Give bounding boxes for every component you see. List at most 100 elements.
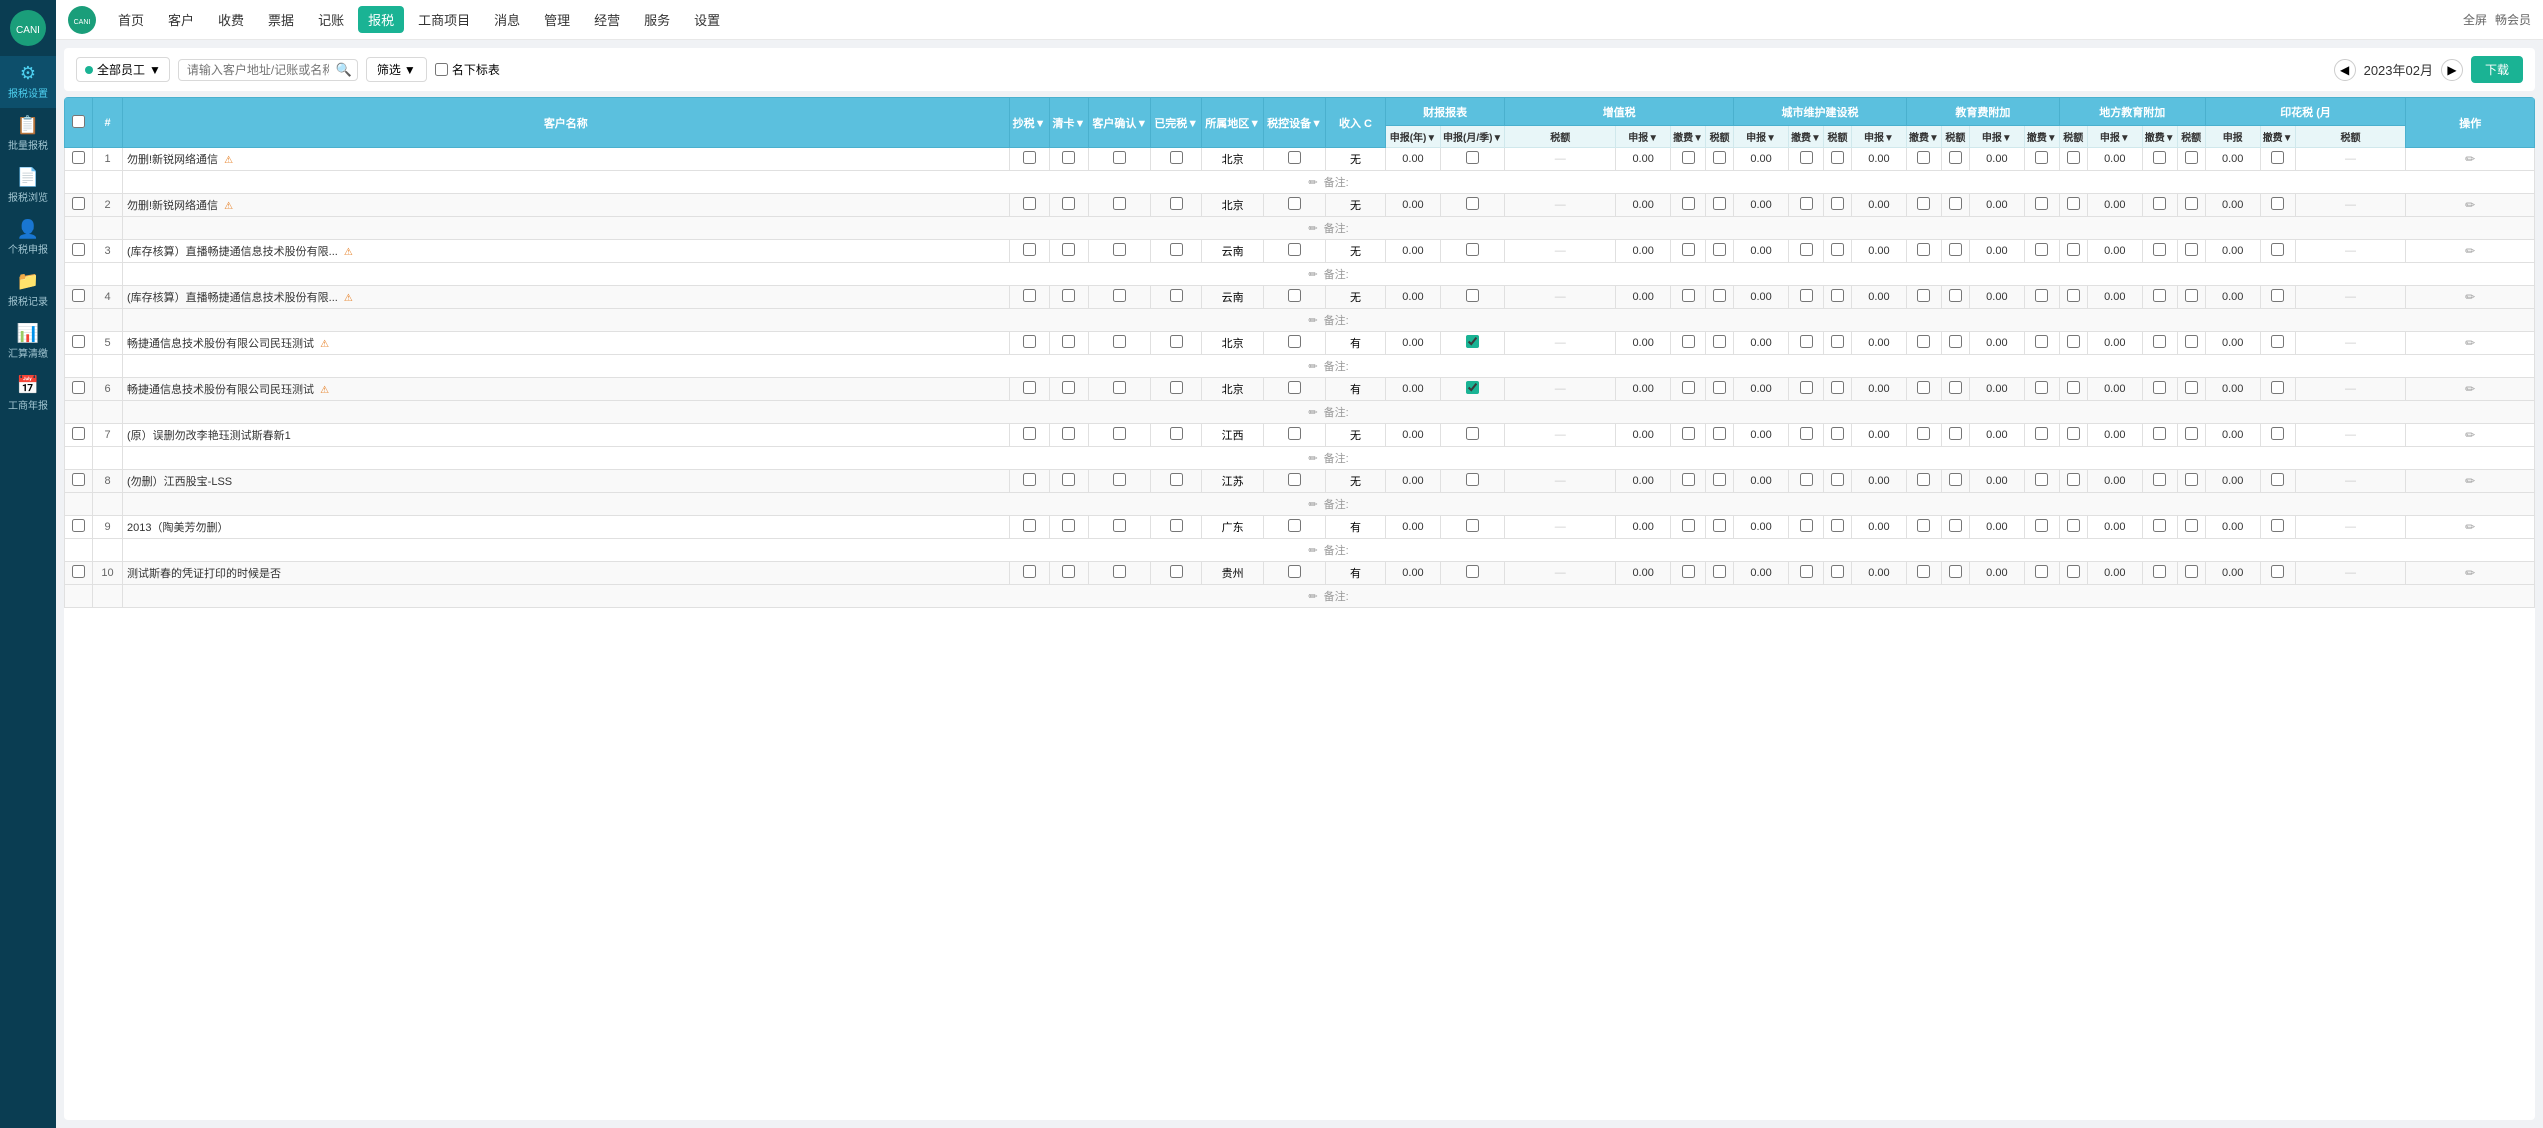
df-fei-cell[interactable] — [2059, 240, 2087, 263]
zengzhi-shen-checkbox[interactable] — [1682, 243, 1695, 256]
qingka-cell[interactable] — [1049, 194, 1089, 217]
cs-fei-checkbox[interactable] — [1831, 565, 1844, 578]
row-checkbox[interactable] — [72, 473, 85, 486]
jy-fei-checkbox[interactable] — [1949, 565, 1962, 578]
chaoshui-checkbox[interactable] — [1023, 519, 1036, 532]
zengzhi-fei-cell[interactable] — [1706, 562, 1734, 585]
nav-invoice[interactable]: 票据 — [258, 6, 304, 33]
device-checkbox[interactable] — [1288, 565, 1301, 578]
df-fei2-cell[interactable] — [2177, 332, 2205, 355]
nav-customer[interactable]: 客户 — [158, 6, 204, 33]
df-fei-cell[interactable] — [2059, 148, 2087, 171]
df-shen-cell[interactable] — [2142, 424, 2177, 447]
cs-shen-cell[interactable] — [1789, 470, 1824, 493]
df-fei-checkbox[interactable] — [2067, 289, 2080, 302]
jy-shen2-cell[interactable] — [2024, 240, 2059, 263]
sub-cs-shen2[interactable]: 申报▼ — [1851, 126, 1906, 148]
df-shen-checkbox[interactable] — [2153, 151, 2166, 164]
zengzhi-fei-checkbox[interactable] — [1713, 335, 1726, 348]
jy-shen2-checkbox[interactable] — [2035, 427, 2048, 440]
sub-yh-fei[interactable]: 撤费▼ — [2260, 126, 2295, 148]
zengzhi-fei-checkbox[interactable] — [1713, 519, 1726, 532]
prev-month-btn[interactable]: ◀ — [2334, 59, 2356, 81]
edit-icon[interactable]: ✏ — [2465, 474, 2475, 488]
df-shen-cell[interactable] — [2142, 286, 2177, 309]
sidebar-item-personal-tax[interactable]: 👤 个税申报 — [0, 212, 56, 264]
jy-fei-cell[interactable] — [1941, 286, 1969, 309]
queren-cell[interactable] — [1089, 470, 1151, 493]
jy-shen-cell[interactable] — [1906, 240, 1941, 263]
qingka-cell[interactable] — [1049, 424, 1089, 447]
df-shen-checkbox[interactable] — [2153, 473, 2166, 486]
nav-billing[interactable]: 收费 — [208, 6, 254, 33]
df-fei-checkbox[interactable] — [2067, 335, 2080, 348]
cs-fei-checkbox[interactable] — [1831, 197, 1844, 210]
df-shen-cell[interactable] — [2142, 562, 2177, 585]
nav-finance[interactable]: 经营 — [584, 6, 630, 33]
action-cell[interactable]: ✏ — [2406, 378, 2535, 401]
jy-shen-cell[interactable] — [1906, 194, 1941, 217]
action-cell[interactable]: ✏ — [2406, 516, 2535, 539]
device-cell[interactable] — [1264, 516, 1326, 539]
row-checkbox[interactable] — [72, 197, 85, 210]
cs-shen-checkbox[interactable] — [1800, 197, 1813, 210]
qingka-cell[interactable] — [1049, 286, 1089, 309]
cs-shen-cell[interactable] — [1789, 194, 1824, 217]
qingka-checkbox[interactable] — [1062, 151, 1075, 164]
jy-shen-checkbox[interactable] — [1917, 519, 1930, 532]
df-shen-checkbox[interactable] — [2153, 427, 2166, 440]
jy-fei-cell[interactable] — [1941, 240, 1969, 263]
sub-cs-fei[interactable]: 撤费▼ — [1789, 126, 1824, 148]
queren-checkbox[interactable] — [1113, 565, 1126, 578]
edit-icon[interactable]: ✏ — [2465, 566, 2475, 580]
zengzhi-shen-checkbox[interactable] — [1682, 427, 1695, 440]
zengzhi-fei-checkbox[interactable] — [1713, 381, 1726, 394]
jy-fei-checkbox[interactable] — [1949, 197, 1962, 210]
cs-shen-checkbox[interactable] — [1800, 335, 1813, 348]
cs-fei-checkbox[interactable] — [1831, 473, 1844, 486]
queren-cell[interactable] — [1089, 332, 1151, 355]
chaoshui-checkbox[interactable] — [1023, 197, 1036, 210]
zengzhi-fei-cell[interactable] — [1706, 286, 1734, 309]
yh-shen-checkbox[interactable] — [2271, 473, 2284, 486]
device-cell[interactable] — [1264, 332, 1326, 355]
jy-shen-cell[interactable] — [1906, 424, 1941, 447]
row-checkbox[interactable] — [72, 381, 85, 394]
cs-shen-checkbox[interactable] — [1800, 519, 1813, 532]
df-fei2-checkbox[interactable] — [2185, 335, 2198, 348]
nav-home[interactable]: 首页 — [108, 6, 154, 33]
jy-fei-checkbox[interactable] — [1949, 427, 1962, 440]
download-button[interactable]: 下载 — [2471, 56, 2523, 83]
wanshuai-cell[interactable] — [1151, 148, 1202, 171]
chaoshui-cell[interactable] — [1009, 286, 1049, 309]
jy-shen-cell[interactable] — [1906, 470, 1941, 493]
zengzhi-fei-checkbox[interactable] — [1713, 197, 1726, 210]
qingka-cell[interactable] — [1049, 470, 1089, 493]
df-fei-checkbox[interactable] — [2067, 519, 2080, 532]
sidebar-item-tax-view[interactable]: 📄 报税浏览 — [0, 160, 56, 212]
row-checkbox[interactable] — [72, 151, 85, 164]
employee-select[interactable]: 全部员工 ▼ — [76, 57, 170, 82]
chaoshui-cell[interactable] — [1009, 562, 1049, 585]
yh-shen-checkbox[interactable] — [2271, 519, 2284, 532]
wanshuai-cell[interactable] — [1151, 286, 1202, 309]
caibao-year-cell[interactable] — [1440, 286, 1504, 309]
zengzhi-shen-checkbox[interactable] — [1682, 151, 1695, 164]
cs-fei-checkbox[interactable] — [1831, 519, 1844, 532]
zengzhi-fei-checkbox[interactable] — [1713, 427, 1726, 440]
jy-shen2-cell[interactable] — [2024, 332, 2059, 355]
df-fei-checkbox[interactable] — [2067, 565, 2080, 578]
jy-shen2-cell[interactable] — [2024, 424, 2059, 447]
chaoshui-cell[interactable] — [1009, 148, 1049, 171]
zengzhi-fei-checkbox[interactable] — [1713, 151, 1726, 164]
jy-shen-checkbox[interactable] — [1917, 427, 1930, 440]
zengzhi-shen-cell[interactable] — [1671, 240, 1706, 263]
chaoshui-checkbox[interactable] — [1023, 427, 1036, 440]
device-cell[interactable] — [1264, 148, 1326, 171]
device-cell[interactable] — [1264, 562, 1326, 585]
caibao-year-checkbox[interactable] — [1466, 335, 1479, 348]
yh-shen-checkbox[interactable] — [2271, 243, 2284, 256]
device-checkbox[interactable] — [1288, 473, 1301, 486]
nav-manage[interactable]: 管理 — [534, 6, 580, 33]
zengzhi-shen-checkbox[interactable] — [1682, 335, 1695, 348]
